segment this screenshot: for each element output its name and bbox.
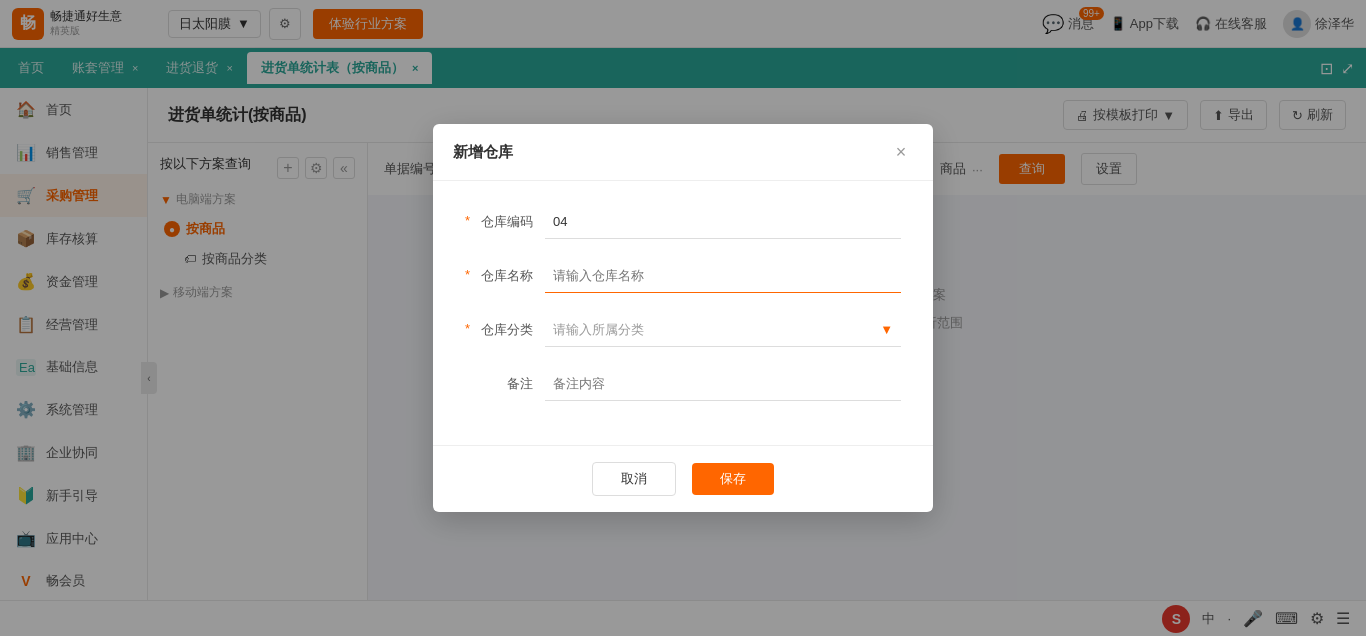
notes-input[interactable] [545,367,901,401]
dialog-header: 新增仓库 × [433,124,933,181]
warehouse-code-label: 仓库编码 [465,213,545,231]
cancel-button[interactable]: 取消 [592,462,676,496]
dialog-overlay[interactable]: 新增仓库 × 仓库编码 仓库名称 仓库分类 请输入所属分类 ▼ [0,0,1366,636]
warehouse-category-placeholder: 请输入所属分类 [553,321,644,339]
warehouse-name-input[interactable] [545,259,901,293]
save-button[interactable]: 保存 [692,463,774,495]
warehouse-category-select[interactable]: 请输入所属分类 ▼ [545,313,901,347]
notes-label: 备注 [465,375,545,393]
warehouse-code-input[interactable] [545,205,901,239]
warehouse-code-row: 仓库编码 [465,205,901,239]
notes-row: 备注 [465,367,901,401]
dialog-title: 新增仓库 [453,143,513,162]
add-warehouse-dialog: 新增仓库 × 仓库编码 仓库名称 仓库分类 请输入所属分类 ▼ [433,124,933,512]
warehouse-name-label: 仓库名称 [465,267,545,285]
warehouse-category-label: 仓库分类 [465,321,545,339]
dialog-close-button[interactable]: × [889,140,913,164]
dialog-body: 仓库编码 仓库名称 仓库分类 请输入所属分类 ▼ 备注 [433,181,933,445]
warehouse-name-row: 仓库名称 [465,259,901,293]
dialog-footer: 取消 保存 [433,445,933,512]
warehouse-category-row: 仓库分类 请输入所属分类 ▼ [465,313,901,347]
dropdown-arrow-icon: ▼ [880,322,893,337]
